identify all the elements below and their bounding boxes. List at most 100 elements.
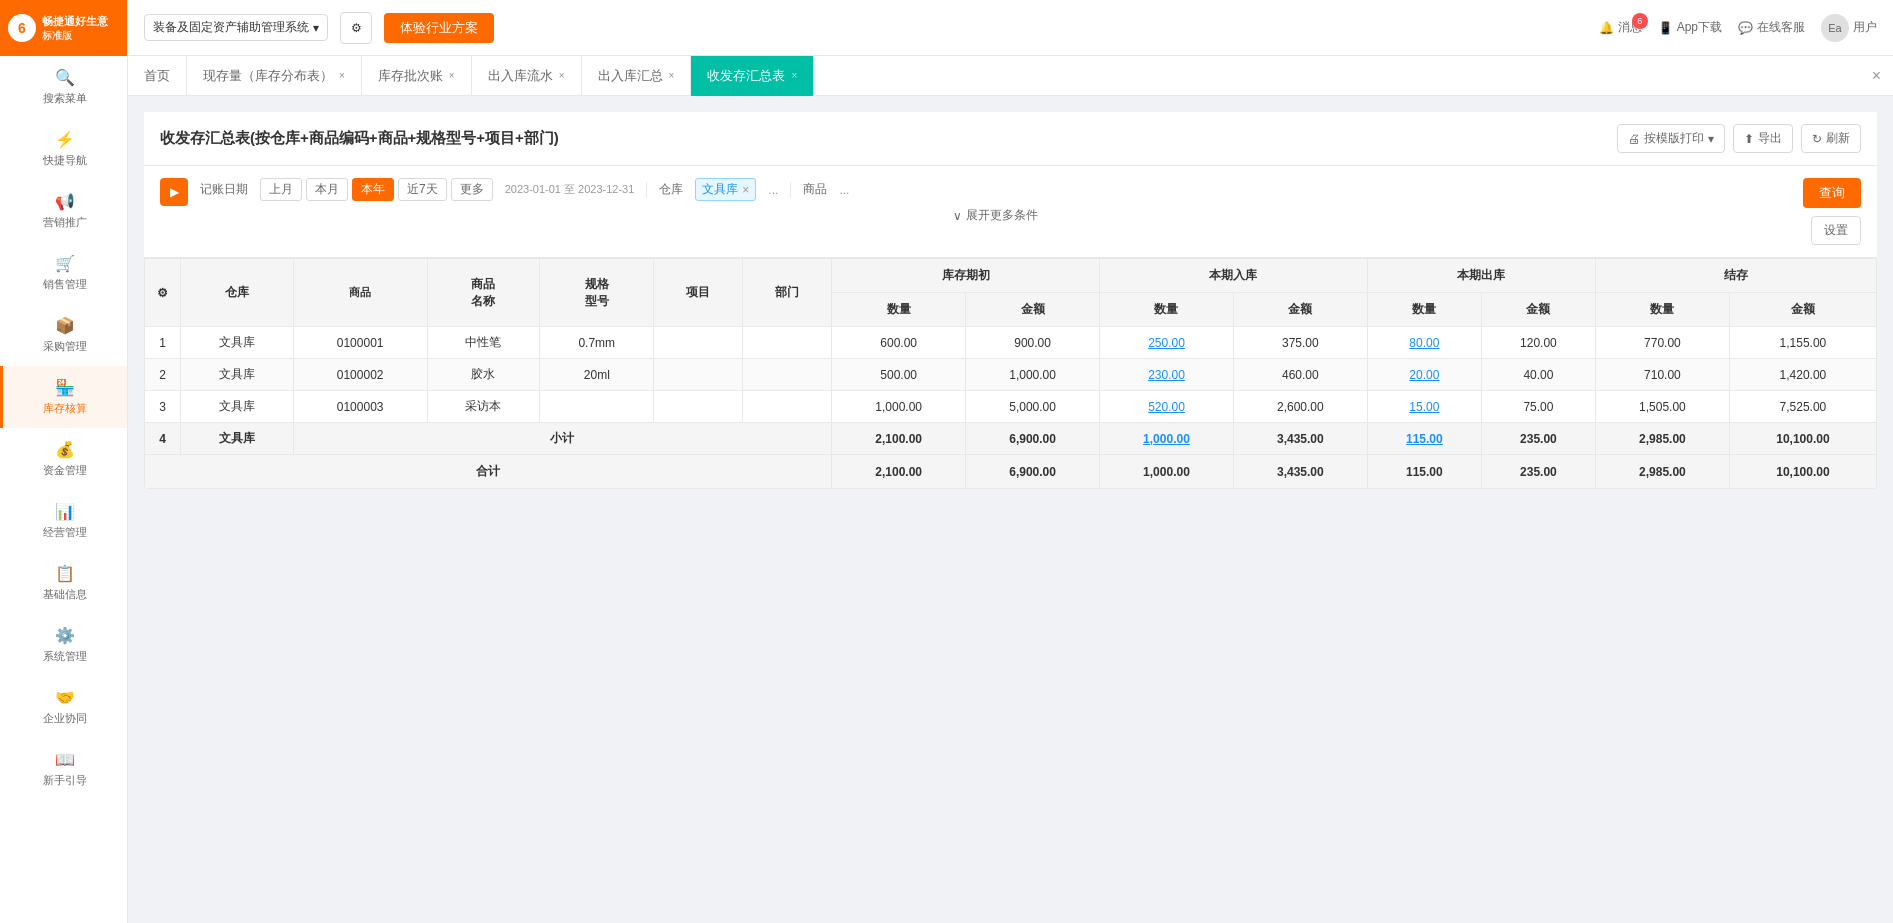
total-bal-amt: 10,100.00 bbox=[1729, 455, 1876, 489]
this-month-btn[interactable]: 本月 bbox=[306, 178, 348, 201]
settings-icon[interactable]: ⚙ bbox=[340, 12, 372, 44]
cell-out-amt: 40.00 bbox=[1481, 359, 1595, 391]
sub-in-amt: 3,435.00 bbox=[1233, 423, 1367, 455]
tab-0[interactable]: 首页 bbox=[128, 56, 187, 96]
logo-text: 畅捷通好生意 标准版 bbox=[42, 14, 108, 41]
query-panel: 查询 设置 bbox=[1803, 178, 1861, 245]
refresh-icon: ↻ bbox=[1812, 132, 1822, 146]
warehouse-ellipsis[interactable]: ... bbox=[768, 183, 778, 197]
cell-name: 胶水 bbox=[427, 359, 540, 391]
sidebar-item-7[interactable]: 📊经营管理 bbox=[0, 490, 127, 552]
warehouse-tag[interactable]: 文具库 × bbox=[695, 178, 756, 201]
tab-close-5[interactable]: × bbox=[791, 70, 797, 81]
cell-spec bbox=[540, 391, 654, 423]
more-date-btn[interactable]: 更多 bbox=[451, 178, 493, 201]
cell-in-amt: 375.00 bbox=[1233, 327, 1367, 359]
tab-label-0: 首页 bbox=[144, 67, 170, 85]
notifications-action[interactable]: 🔔 消息 6 bbox=[1599, 19, 1642, 36]
cell-project bbox=[654, 391, 743, 423]
sidebar-item-4[interactable]: 📦采购管理 bbox=[0, 304, 127, 366]
cell-out-qty[interactable]: 80.00 bbox=[1367, 327, 1481, 359]
cell-out-amt: 120.00 bbox=[1481, 327, 1595, 359]
total-open-qty: 2,100.00 bbox=[832, 455, 966, 489]
sidebar-icon-5: 🏪 bbox=[55, 378, 75, 397]
cell-out-qty[interactable]: 15.00 bbox=[1367, 391, 1481, 423]
online-service-action[interactable]: 💬 在线客服 bbox=[1738, 19, 1805, 36]
app-download-action[interactable]: 📱 App下载 bbox=[1658, 19, 1722, 36]
this-year-btn[interactable]: 本年 bbox=[352, 178, 394, 201]
tab-label-3: 出入库流水 bbox=[488, 67, 553, 85]
tab-1[interactable]: 现存量（库存分布表）× bbox=[187, 56, 362, 96]
chevron-down-icon: ▾ bbox=[1708, 132, 1714, 146]
close-all-tabs[interactable]: × bbox=[1860, 67, 1893, 85]
total-in-amt: 3,435.00 bbox=[1233, 455, 1367, 489]
tab-2[interactable]: 库存批次账 × bbox=[362, 56, 472, 96]
tab-close-2[interactable]: × bbox=[449, 70, 455, 81]
tab-3[interactable]: 出入库流水 × bbox=[472, 56, 582, 96]
notification-badge: 6 bbox=[1632, 13, 1648, 29]
tab-close-4[interactable]: × bbox=[669, 70, 675, 81]
sidebar-label-7: 经营管理 bbox=[43, 525, 87, 540]
tab-close-1[interactable]: × bbox=[339, 70, 345, 81]
th-goods-code: 商品 bbox=[293, 259, 427, 327]
sidebar-label-11: 新手引导 bbox=[43, 773, 87, 788]
sidebar-item-2[interactable]: 📢营销推广 bbox=[0, 180, 127, 242]
sub-out-amt: 235.00 bbox=[1481, 423, 1595, 455]
cell-open-amt: 900.00 bbox=[966, 327, 1100, 359]
tab-close-3[interactable]: × bbox=[559, 70, 565, 81]
cell-name: 中性笔 bbox=[427, 327, 540, 359]
sidebar-label-0: 搜索菜单 bbox=[43, 91, 87, 106]
sidebar-label-5: 库存核算 bbox=[43, 401, 87, 416]
system-select[interactable]: 装备及固定资产辅助管理系统 ▾ bbox=[144, 14, 328, 41]
bell-icon: 🔔 bbox=[1599, 21, 1614, 35]
summary-table: ⚙ 仓库 商品 商品名称 规格型号 项目 部门 库存期初 本期入库 本期出库 结… bbox=[144, 258, 1877, 489]
sidebar-icon-6: 💰 bbox=[55, 440, 75, 459]
filter-settings-button[interactable]: 设置 bbox=[1811, 216, 1861, 245]
cell-out-qty[interactable]: 20.00 bbox=[1367, 359, 1481, 391]
filter-toggle[interactable]: ▶ bbox=[160, 178, 188, 206]
user-action[interactable]: Ea 用户 bbox=[1821, 14, 1877, 42]
expand-row: ∨ 展开更多条件 bbox=[200, 201, 1791, 224]
query-button[interactable]: 查询 bbox=[1803, 178, 1861, 208]
tab-label-4: 出入库汇总 bbox=[598, 67, 663, 85]
sidebar-item-6[interactable]: 💰 资金管理 bbox=[0, 428, 127, 490]
sidebar-label-6: 资金管理 bbox=[43, 463, 87, 478]
tab-4[interactable]: 出入库汇总 × bbox=[582, 56, 692, 96]
cell-open-amt: 5,000.00 bbox=[966, 391, 1100, 423]
cell-name: 采访本 bbox=[427, 391, 540, 423]
tab-5[interactable]: 收发存汇总表× bbox=[691, 56, 814, 96]
tab-label-2: 库存批次账 bbox=[378, 67, 443, 85]
export-button[interactable]: ⬆ 导出 bbox=[1733, 124, 1793, 153]
refresh-button[interactable]: ↻ 刷新 bbox=[1801, 124, 1861, 153]
th-bal-amt: 金额 bbox=[1729, 293, 1876, 327]
cell-in-qty[interactable]: 230.00 bbox=[1100, 359, 1234, 391]
sidebar-item-8[interactable]: 📋基础信息 bbox=[0, 552, 127, 614]
sidebar-item-11[interactable]: 📖新手引导 bbox=[0, 738, 127, 800]
page-content: 收发存汇总表(按仓库+商品编码+商品+规格型号+项目+部门) 🖨 按模版打印 ▾… bbox=[128, 96, 1893, 923]
print-button[interactable]: 🖨 按模版打印 ▾ bbox=[1617, 124, 1725, 153]
th-goods-spec: 规格型号 bbox=[540, 259, 654, 327]
expand-button[interactable]: ∨ 展开更多条件 bbox=[953, 207, 1038, 224]
sidebar-item-3[interactable]: 🛒销售管理 bbox=[0, 242, 127, 304]
experience-button[interactable]: 体验行业方案 bbox=[384, 13, 494, 43]
last-7-days-btn[interactable]: 近7天 bbox=[398, 178, 447, 201]
sub-warehouse: 文具库 bbox=[181, 423, 294, 455]
remove-warehouse-tag[interactable]: × bbox=[742, 183, 749, 197]
date-range-text: 2023-01-01 至 2023-12-31 bbox=[505, 182, 635, 197]
tab-bar: 首页现存量（库存分布表）×库存批次账×出入库流水×出入库汇总×收发存汇总表×× bbox=[128, 56, 1893, 96]
sidebar-item-10[interactable]: 🤝企业协同 bbox=[0, 676, 127, 738]
goods-ellipsis[interactable]: ... bbox=[839, 183, 849, 197]
sidebar-item-1[interactable]: ⚡快捷导航 bbox=[0, 118, 127, 180]
cell-in-qty[interactable]: 520.00 bbox=[1100, 391, 1234, 423]
sidebar-icon-1: ⚡ bbox=[55, 130, 75, 149]
cell-in-qty[interactable]: 250.00 bbox=[1100, 327, 1234, 359]
sidebar-item-9[interactable]: ⚙️系统管理 bbox=[0, 614, 127, 676]
total-out-amt: 235.00 bbox=[1481, 455, 1595, 489]
page-actions: 🖨 按模版打印 ▾ ⬆ 导出 ↻ 刷新 bbox=[1617, 124, 1861, 153]
th-open-qty: 数量 bbox=[832, 293, 966, 327]
total-bal-qty: 2,985.00 bbox=[1595, 455, 1729, 489]
sidebar-item-5[interactable]: 🏪 库存核算 bbox=[0, 366, 127, 428]
last-month-btn[interactable]: 上月 bbox=[260, 178, 302, 201]
sidebar-item-0[interactable]: 🔍搜索菜单 bbox=[0, 56, 127, 118]
cell-in-amt: 460.00 bbox=[1233, 359, 1367, 391]
